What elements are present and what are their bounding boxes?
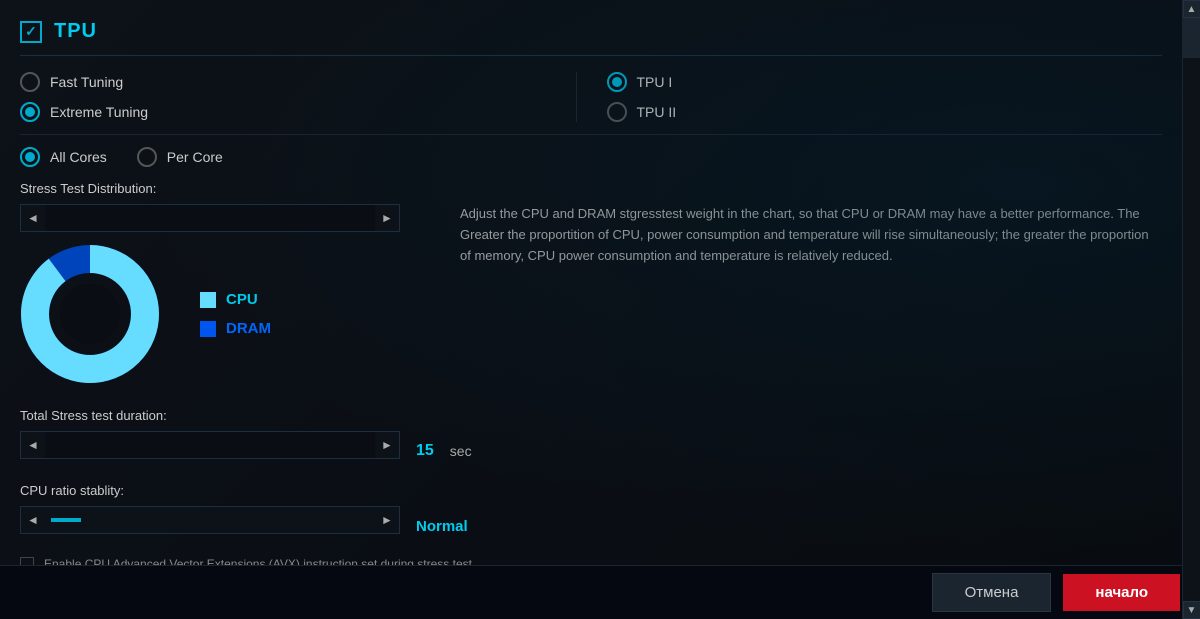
ratio-slider-left-arrow[interactable]: ◄ xyxy=(21,507,45,533)
stress-left-panel: ◄ ► xyxy=(20,204,400,404)
avx-label: Enable CPU Advanced Vector Extensions (A… xyxy=(44,557,472,565)
scrollbar-thumb[interactable] xyxy=(1183,18,1200,58)
cpu-legend-label: CPU xyxy=(226,291,258,308)
fast-tuning-label: Fast Tuning xyxy=(50,74,123,90)
stress-slider-right-arrow[interactable]: ► xyxy=(375,205,399,231)
scrollbar[interactable]: ▲ ▼ xyxy=(1182,0,1200,619)
ratio-value: Normal xyxy=(416,518,468,535)
extreme-tuning-label: Extreme Tuning xyxy=(50,104,148,120)
ratio-slider-fill xyxy=(51,518,81,522)
tpu-title: TPU xyxy=(54,20,97,43)
tpu1-label: TPU I xyxy=(637,74,673,90)
extreme-tuning-radio[interactable] xyxy=(20,102,40,122)
duration-row: ◄ ► 15 sec xyxy=(20,431,1162,471)
fast-tuning-radio[interactable] xyxy=(20,72,40,92)
duration-label: Total Stress test duration: xyxy=(20,408,1162,423)
legend: CPU DRAM xyxy=(200,291,271,337)
stress-info-text: Adjust the CPU and DRAM stgresstest weig… xyxy=(430,204,1162,266)
dram-legend-item: DRAM xyxy=(200,320,271,337)
duration-unit: sec xyxy=(450,443,472,459)
ratio-label: CPU ratio stablity: xyxy=(20,483,1162,498)
main-container: TPU Fast Tuning Extreme Tuning xyxy=(0,0,1200,619)
extreme-tuning-option[interactable]: Extreme Tuning xyxy=(20,102,576,122)
extreme-tuning-radio-fill xyxy=(25,107,35,117)
tpu-header: TPU xyxy=(20,12,1162,56)
stress-slider-track xyxy=(45,205,375,231)
ratio-slider[interactable]: ◄ ► xyxy=(20,506,400,534)
stress-slider[interactable]: ◄ ► xyxy=(20,204,400,232)
cpu-legend-color xyxy=(200,292,216,308)
scrollbar-track xyxy=(1183,18,1200,601)
ratio-row: ◄ ► Normal xyxy=(20,506,1162,546)
donut-chart xyxy=(20,244,160,384)
tpu-checkbox[interactable] xyxy=(20,21,42,43)
duration-slider-track xyxy=(45,432,375,458)
all-cores-option[interactable]: All Cores xyxy=(20,147,107,167)
tpu1-radio-fill xyxy=(612,77,622,87)
scrollbar-down-arrow[interactable]: ▼ xyxy=(1183,601,1200,619)
dram-legend-color xyxy=(200,321,216,337)
duration-slider-right-arrow[interactable]: ► xyxy=(375,432,399,458)
cores-row: All Cores Per Core xyxy=(20,147,1162,167)
cancel-button[interactable]: Отмена xyxy=(932,573,1052,612)
footer: Отмена начало xyxy=(0,565,1200,619)
per-core-label: Per Core xyxy=(167,149,223,165)
start-button[interactable]: начало xyxy=(1063,574,1180,611)
tpu2-label: TPU II xyxy=(637,104,677,120)
dram-legend-label: DRAM xyxy=(226,320,271,337)
tpu2-radio[interactable] xyxy=(607,102,627,122)
cpu-legend-item: CPU xyxy=(200,291,271,308)
tpu1-option[interactable]: TPU I xyxy=(607,72,1163,92)
fast-tuning-option[interactable]: Fast Tuning xyxy=(20,72,576,92)
all-cores-radio-fill xyxy=(25,152,35,162)
tpu2-option[interactable]: TPU II xyxy=(607,102,1163,122)
duration-slider[interactable]: ◄ ► xyxy=(20,431,400,459)
stress-dist-label: Stress Test Distribution: xyxy=(20,181,1162,196)
avx-checkbox[interactable] xyxy=(20,557,34,565)
chart-legend-row: CPU DRAM xyxy=(20,244,400,384)
stress-slider-left-arrow[interactable]: ◄ xyxy=(21,205,45,231)
tuning-options-group: Fast Tuning Extreme Tuning xyxy=(20,72,576,122)
per-core-option[interactable]: Per Core xyxy=(137,147,223,167)
duration-value: 15 xyxy=(416,442,434,460)
tpu1-radio[interactable] xyxy=(607,72,627,92)
per-core-radio[interactable] xyxy=(137,147,157,167)
options-row: Fast Tuning Extreme Tuning TPU I xyxy=(20,72,1162,135)
tpu-options-group: TPU I TPU II xyxy=(576,72,1163,122)
avx-row: Enable CPU Advanced Vector Extensions (A… xyxy=(20,554,1162,565)
duration-slider-left-arrow[interactable]: ◄ xyxy=(21,432,45,458)
content-area: TPU Fast Tuning Extreme Tuning xyxy=(0,0,1182,565)
ratio-slider-right-arrow[interactable]: ► xyxy=(375,507,399,533)
all-cores-label: All Cores xyxy=(50,149,107,165)
scrollbar-up-arrow[interactable]: ▲ xyxy=(1183,0,1200,18)
all-cores-radio[interactable] xyxy=(20,147,40,167)
